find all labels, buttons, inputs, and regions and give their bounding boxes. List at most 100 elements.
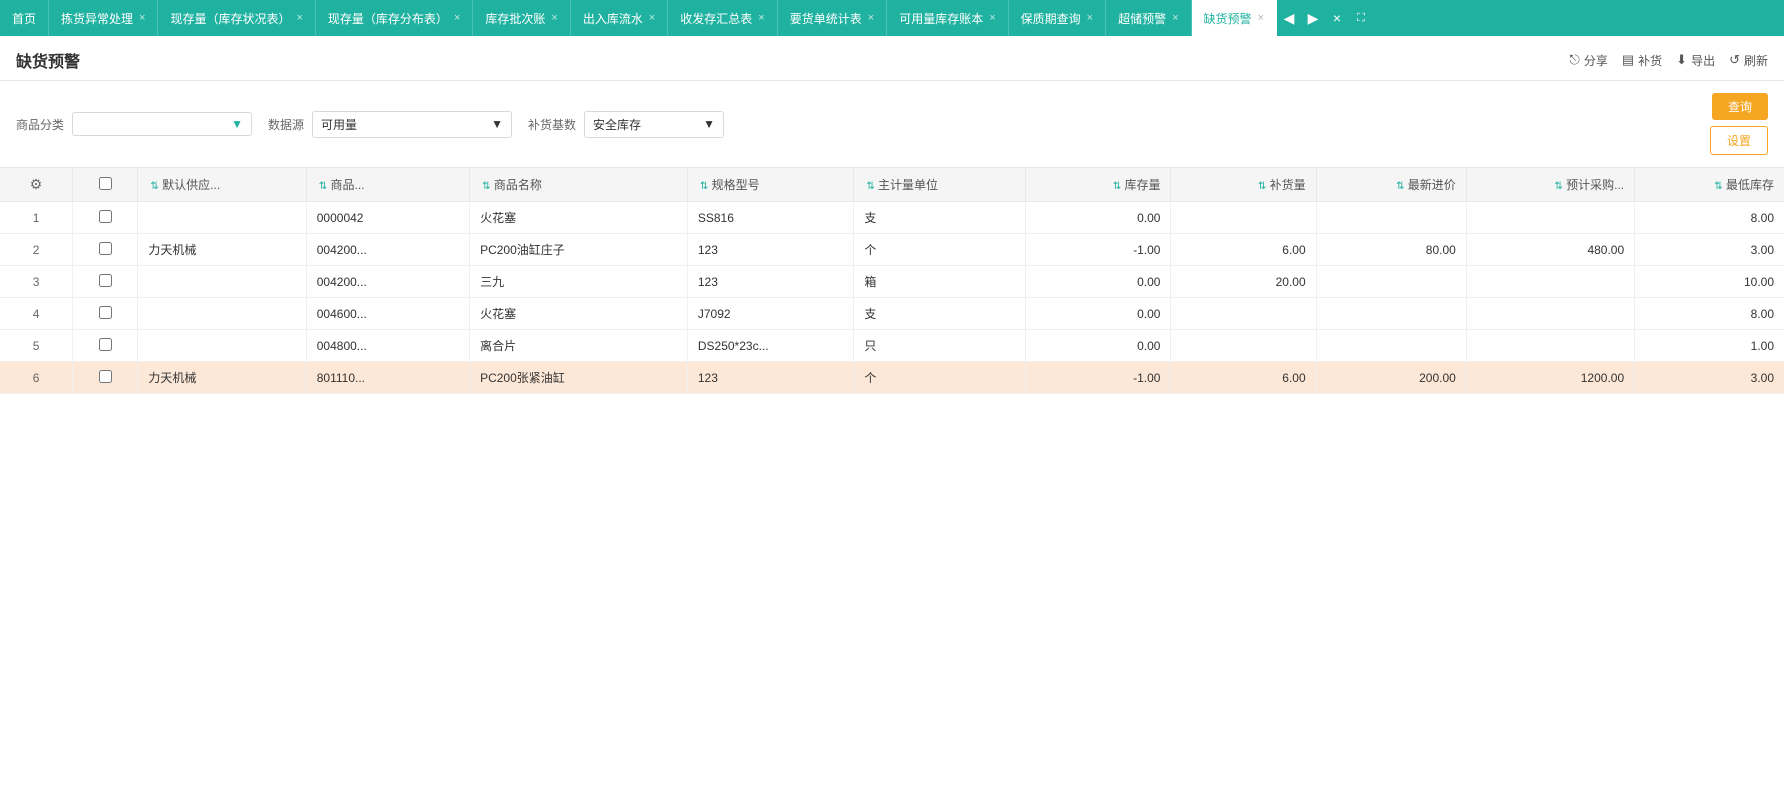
tab-expiry-query-close[interactable]: × <box>1087 12 1093 24</box>
row-replenish-6: 6.00 <box>1171 362 1316 394</box>
table-body: 1 0000042 火花塞 SS816 支 0.00 8.00 2 力天机械 0… <box>0 202 1784 394</box>
tab-nav-next[interactable]: ▶ <box>1301 0 1325 36</box>
row-check-6[interactable] <box>73 362 138 394</box>
header-actions: ⎋ 分享 ▤ 补货 ⬇ 导出 ↺ 刷新 <box>1570 52 1768 69</box>
tab-shortage[interactable]: 缺货预警 × <box>1192 0 1277 36</box>
row-code-1: 0000042 <box>306 202 469 234</box>
tab-home[interactable]: 首页 <box>0 0 49 36</box>
col-supplier-sort-icon[interactable]: ⇅ <box>150 181 158 192</box>
row-price-1 <box>1316 202 1466 234</box>
col-replenish-header: ⇅ 补货量 <box>1171 168 1316 202</box>
tab-fullscreen[interactable]: ⛶ <box>1349 0 1373 36</box>
row-minstock-1: 8.00 <box>1635 202 1784 234</box>
replenish-base-select[interactable]: 安全库存 ▼ <box>584 111 724 138</box>
tab-available-ledger-close[interactable]: × <box>989 12 995 24</box>
tab-batch-account[interactable]: 库存批次账 × <box>473 0 570 36</box>
category-label: 商品分类 <box>16 116 64 133</box>
refresh-icon: ↺ <box>1729 52 1740 68</box>
table-row[interactable]: 2 力天机械 004200... PC200油缸庄子 123 个 -1.00 6… <box>0 234 1784 266</box>
row-spec-4: J7092 <box>687 298 853 330</box>
col-unit-sort-icon[interactable]: ⇅ <box>866 181 874 192</box>
replenish-base-value: 安全库存 <box>593 116 641 133</box>
col-settings-header: ⚙ <box>0 168 73 202</box>
row-plan-4 <box>1466 298 1634 330</box>
row-name-5: 离合片 <box>470 330 688 362</box>
table-row[interactable]: 6 力天机械 801110... PC200张紧油缸 123 个 -1.00 6… <box>0 362 1784 394</box>
tab-inout-flow-close[interactable]: × <box>649 12 655 24</box>
col-minstock-sort-icon[interactable]: ⇅ <box>1714 181 1722 192</box>
col-unit-header: ⇅ 主计量单位 <box>854 168 1026 202</box>
row-name-4: 火花塞 <box>470 298 688 330</box>
tab-inout-flow[interactable]: 出入库流水 × <box>571 0 668 36</box>
tab-overstock-close[interactable]: × <box>1172 12 1178 24</box>
share-button[interactable]: ⎋ 分享 <box>1570 52 1608 69</box>
row-plan-6: 1200.00 <box>1466 362 1634 394</box>
tab-inventory-status[interactable]: 现存量（库存状况表） × <box>158 0 315 36</box>
query-button[interactable]: 查询 <box>1712 93 1768 120</box>
col-stock-header: ⇅ 库存量 <box>1026 168 1171 202</box>
table-row[interactable]: 4 004600... 火花塞 J7092 支 0.00 8.00 <box>0 298 1784 330</box>
table-header-row: ⚙ ⇅ 默认供应... ⇅ 商品... ⇅ 商品名称 <box>0 168 1784 202</box>
select-all-checkbox[interactable] <box>99 177 112 190</box>
datasource-chevron-icon: ▼ <box>491 117 503 131</box>
row-replenish-2: 6.00 <box>1171 234 1316 266</box>
col-code-header: ⇅ 商品... <box>306 168 469 202</box>
row-num-4: 4 <box>0 298 73 330</box>
row-check-5[interactable] <box>73 330 138 362</box>
tab-window-close[interactable]: × <box>1325 0 1349 36</box>
col-name-sort-icon[interactable]: ⇅ <box>482 181 490 192</box>
tab-shortage-close[interactable]: × <box>1258 12 1264 24</box>
tab-receive-summary[interactable]: 收发存汇总表 × <box>668 0 777 36</box>
col-price-sort-icon[interactable]: ⇅ <box>1396 181 1404 192</box>
tab-order-stats[interactable]: 要货单统计表 × <box>778 0 887 36</box>
setting-button[interactable]: 设置 <box>1710 126 1768 155</box>
row-price-5 <box>1316 330 1466 362</box>
tab-inventory-dist[interactable]: 现存量（库存分布表） × <box>316 0 473 36</box>
tab-receive-summary-close[interactable]: × <box>758 12 764 24</box>
row-unit-3: 箱 <box>854 266 1026 298</box>
row-check-1[interactable] <box>73 202 138 234</box>
row-checkbox-1[interactable] <box>99 210 112 223</box>
datasource-select[interactable]: 可用量 ▼ <box>312 111 512 138</box>
tab-exception-close[interactable]: × <box>139 12 145 24</box>
col-plan-sort-icon[interactable]: ⇅ <box>1554 181 1562 192</box>
row-minstock-5: 1.00 <box>1635 330 1784 362</box>
tab-nav-prev[interactable]: ◀ <box>1277 0 1301 36</box>
col-replenish-sort-icon[interactable]: ⇅ <box>1258 181 1266 192</box>
row-check-2[interactable] <box>73 234 138 266</box>
row-supplier-3 <box>138 266 306 298</box>
row-checkbox-6[interactable] <box>99 370 112 383</box>
col-code-sort-icon[interactable]: ⇅ <box>319 181 327 192</box>
export-button[interactable]: ⬇ 导出 <box>1676 52 1715 69</box>
datasource-value: 可用量 <box>321 116 357 133</box>
category-select[interactable]: ▼ <box>72 112 252 136</box>
row-checkbox-2[interactable] <box>99 242 112 255</box>
tab-order-stats-close[interactable]: × <box>868 12 874 24</box>
row-stock-6: -1.00 <box>1026 362 1171 394</box>
tab-inventory-status-close[interactable]: × <box>296 12 302 24</box>
data-table: ⚙ ⇅ 默认供应... ⇅ 商品... ⇅ 商品名称 <box>0 167 1784 394</box>
table-row[interactable]: 5 004800... 离合片 DS250*23c... 只 0.00 1.00 <box>0 330 1784 362</box>
row-checkbox-5[interactable] <box>99 338 112 351</box>
tab-overstock[interactable]: 超储预警 × <box>1106 0 1191 36</box>
settings-gear-icon[interactable]: ⚙ <box>30 176 43 192</box>
row-checkbox-4[interactable] <box>99 306 112 319</box>
col-stock-sort-icon[interactable]: ⇅ <box>1113 181 1121 192</box>
col-spec-sort-icon[interactable]: ⇅ <box>700 181 708 192</box>
row-checkbox-3[interactable] <box>99 274 112 287</box>
row-plan-1 <box>1466 202 1634 234</box>
table-row[interactable]: 1 0000042 火花塞 SS816 支 0.00 8.00 <box>0 202 1784 234</box>
row-check-3[interactable] <box>73 266 138 298</box>
tab-batch-account-close[interactable]: × <box>551 12 557 24</box>
row-replenish-1 <box>1171 202 1316 234</box>
tab-inventory-dist-close[interactable]: × <box>454 12 460 24</box>
tab-expiry-query[interactable]: 保质期查询 × <box>1009 0 1106 36</box>
row-check-4[interactable] <box>73 298 138 330</box>
table-row[interactable]: 3 004200... 三九 123 箱 0.00 20.00 10.00 <box>0 266 1784 298</box>
refresh-button[interactable]: ↺ 刷新 <box>1729 52 1768 69</box>
row-unit-4: 支 <box>854 298 1026 330</box>
row-code-2: 004200... <box>306 234 469 266</box>
tab-available-ledger[interactable]: 可用量库存账本 × <box>887 0 1008 36</box>
tab-exception[interactable]: 拣货异常处理 × <box>49 0 158 36</box>
replenish-button[interactable]: ▤ 补货 <box>1622 52 1662 69</box>
